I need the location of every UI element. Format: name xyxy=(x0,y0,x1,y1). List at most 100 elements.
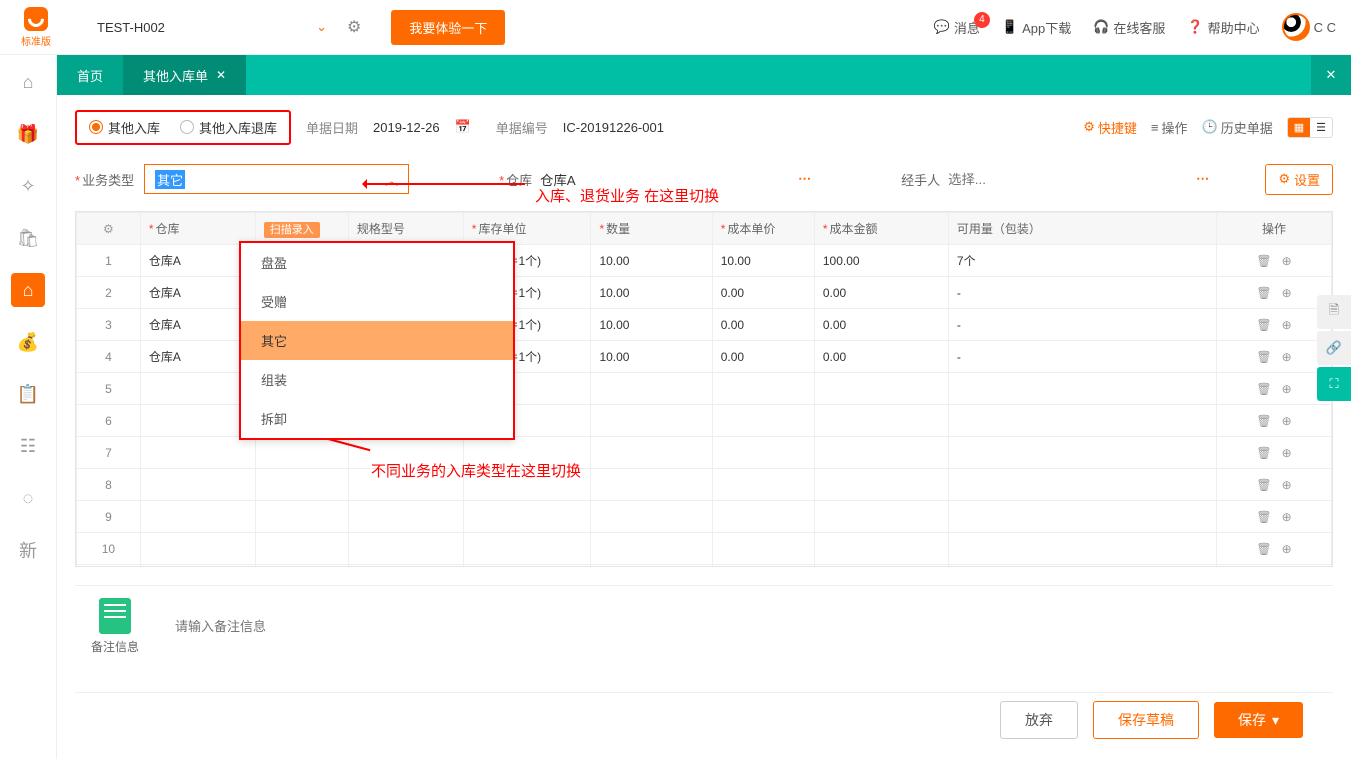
view-toggle: ▦ ☰ xyxy=(1287,117,1333,138)
gear-icon: ⚙ xyxy=(1083,119,1095,135)
handler-field: 经手人 ⋯ xyxy=(901,164,1209,194)
biz-type-label: *业务类型 xyxy=(75,170,134,189)
copy-icon[interactable]: ⊕ xyxy=(1282,254,1292,268)
right-dock: 🗎 🔗 ⛶ xyxy=(1317,295,1351,403)
chevron-down-icon: ▾ xyxy=(1272,712,1279,729)
view-grid[interactable]: ▦ xyxy=(1288,118,1310,137)
dropdown-item[interactable]: 其它 xyxy=(241,321,513,360)
doc-date-value[interactable]: 2019-12-26 xyxy=(373,120,440,135)
warehouse-input[interactable] xyxy=(540,164,790,194)
sidebar-gift[interactable]: 🎁 xyxy=(11,117,45,151)
calendar-icon[interactable]: 📅 xyxy=(455,119,471,135)
messages-button[interactable]: 💬 消息 4 xyxy=(934,18,980,37)
copy-icon[interactable]: ⊕ xyxy=(1282,414,1292,428)
sidebar-bag[interactable]: 🛍 xyxy=(11,221,45,255)
table-row[interactable]: 11 🗑⊕ xyxy=(77,565,1332,567)
mobile-icon: 📱 xyxy=(1002,19,1018,35)
sidebar-home[interactable]: ⌂ xyxy=(11,65,45,99)
help-center-button[interactable]: ❓ 帮助中心 xyxy=(1187,18,1259,37)
dock-expand-icon[interactable]: ⛶ xyxy=(1317,367,1351,401)
footer-actions: 放弃 保存草稿 保存 ▾ xyxy=(75,692,1333,747)
more-icon[interactable]: ⋯ xyxy=(1196,171,1209,187)
delete-icon[interactable]: 🗑 xyxy=(1256,478,1271,492)
history-link[interactable]: 🕒历史单据 xyxy=(1202,118,1273,137)
sidebar-money[interactable]: 💰 xyxy=(11,325,45,359)
close-all-tabs[interactable]: ✕ xyxy=(1311,55,1351,95)
dropdown-item[interactable]: 受赠 xyxy=(241,282,513,321)
doc-no-label: 单据编号 xyxy=(496,118,548,137)
biz-type-select[interactable]: 其它 ︿ xyxy=(144,164,409,194)
inbound-type-radio-group: 其他入库 其他入库退库 xyxy=(75,110,291,145)
delete-icon[interactable]: 🗑 xyxy=(1256,350,1271,364)
copy-icon[interactable]: ⊕ xyxy=(1282,478,1292,492)
doc-date-label: 单据日期 xyxy=(306,118,358,137)
logo[interactable]: 标准版 xyxy=(15,7,57,48)
dropdown-item[interactable]: 盘盈 xyxy=(241,243,513,282)
table-row[interactable]: 9 🗑⊕ xyxy=(77,501,1332,533)
copy-icon[interactable]: ⊕ xyxy=(1282,318,1292,332)
note-input[interactable] xyxy=(175,619,1333,634)
form-row-2: *业务类型 其它 ︿ *仓库 ⋯ 经手人 ⋯ xyxy=(75,159,1333,199)
close-icon[interactable]: ✕ xyxy=(216,68,226,82)
main-area: 首页 其他入库单 ✕ ✕ 其他入库 xyxy=(57,55,1351,759)
delete-icon[interactable]: 🗑 xyxy=(1256,510,1271,524)
sidebar-more[interactable]: ◌ xyxy=(11,481,45,515)
sidebar-list[interactable]: ☷ xyxy=(11,429,45,463)
ops-link[interactable]: ≡操作 xyxy=(1151,118,1188,137)
user-menu[interactable]: C C xyxy=(1282,13,1336,41)
app-download-button[interactable]: 📱 App下载 xyxy=(1002,18,1071,37)
view-list[interactable]: ☰ xyxy=(1310,118,1332,137)
scan-input-button[interactable]: 扫描录入 xyxy=(264,222,320,238)
delete-icon[interactable]: 🗑 xyxy=(1256,382,1271,396)
sidebar: ⌂ 🎁 ✧ 🛍 ⌂ 💰 📋 ☷ ◌ 新 xyxy=(0,55,57,759)
copy-icon[interactable]: ⊕ xyxy=(1282,542,1292,556)
sidebar-report[interactable]: 📋 xyxy=(11,377,45,411)
radio-other-inbound[interactable]: 其他入库 xyxy=(89,118,160,137)
online-service-button[interactable]: 🎧 在线客服 xyxy=(1093,18,1165,37)
chevron-up-icon: ︿ xyxy=(385,170,398,189)
copy-icon[interactable]: ⊕ xyxy=(1282,350,1292,364)
more-icon[interactable]: ⋯ xyxy=(798,171,811,187)
warehouse-field: *仓库 ⋯ xyxy=(499,164,811,194)
shortcut-link[interactable]: ⚙快捷键 xyxy=(1083,118,1137,137)
copy-icon[interactable]: ⊕ xyxy=(1282,382,1292,396)
messages-badge: 4 xyxy=(974,12,990,28)
delete-icon[interactable]: 🗑 xyxy=(1256,286,1271,300)
sidebar-warehouse[interactable]: ⌂ xyxy=(11,273,45,307)
handler-input[interactable] xyxy=(948,164,1188,194)
gear-icon: ⚙ xyxy=(1278,171,1290,187)
note-icon xyxy=(99,598,131,634)
trial-button[interactable]: 我要体验一下 xyxy=(391,10,505,45)
dropdown-item[interactable]: 组装 xyxy=(241,360,513,399)
delete-icon[interactable]: 🗑 xyxy=(1256,254,1271,268)
table-row[interactable]: 8 🗑⊕ xyxy=(77,469,1332,501)
settings-button[interactable]: ⚙ 设置 xyxy=(1265,164,1333,195)
dock-link-icon[interactable]: 🔗 xyxy=(1317,331,1351,365)
table-row[interactable]: 10 🗑⊕ xyxy=(77,533,1332,565)
save-button[interactable]: 保存 ▾ xyxy=(1214,702,1303,738)
gear-icon[interactable]: ⚙ xyxy=(347,17,361,37)
discard-button[interactable]: 放弃 xyxy=(1000,701,1078,739)
delete-icon[interactable]: 🗑 xyxy=(1256,414,1271,428)
sidebar-house[interactable]: ✧ xyxy=(11,169,45,203)
sidebar-new[interactable]: 新 xyxy=(11,533,45,567)
radio-other-inbound-return[interactable]: 其他入库退库 xyxy=(180,118,277,137)
delete-icon[interactable]: 🗑 xyxy=(1256,542,1271,556)
org-selector[interactable]: TEST-H002 ⌄ xyxy=(87,12,337,42)
save-draft-button[interactable]: 保存草稿 xyxy=(1093,701,1199,739)
delete-icon[interactable]: 🗑 xyxy=(1256,318,1271,332)
table-row[interactable]: 7 🗑⊕ xyxy=(77,437,1332,469)
tab-home[interactable]: 首页 xyxy=(57,55,123,95)
headset-icon: 🎧 xyxy=(1093,19,1109,35)
dock-note-icon[interactable]: 🗎 xyxy=(1317,295,1351,329)
dropdown-item[interactable]: 拆卸 xyxy=(241,399,513,438)
logo-text: 标准版 xyxy=(21,33,51,48)
tab-other-inbound[interactable]: 其他入库单 ✕ xyxy=(123,55,246,95)
logo-icon xyxy=(24,7,48,31)
copy-icon[interactable]: ⊕ xyxy=(1282,446,1292,460)
copy-icon[interactable]: ⊕ xyxy=(1282,510,1292,524)
copy-icon[interactable]: ⊕ xyxy=(1282,286,1292,300)
form-row-1: 其他入库 其他入库退库 单据日期 2019-12-26 📅 单据编号 IC-20… xyxy=(75,107,1333,147)
gear-icon[interactable]: ⚙ xyxy=(77,213,141,245)
delete-icon[interactable]: 🗑 xyxy=(1256,446,1271,460)
